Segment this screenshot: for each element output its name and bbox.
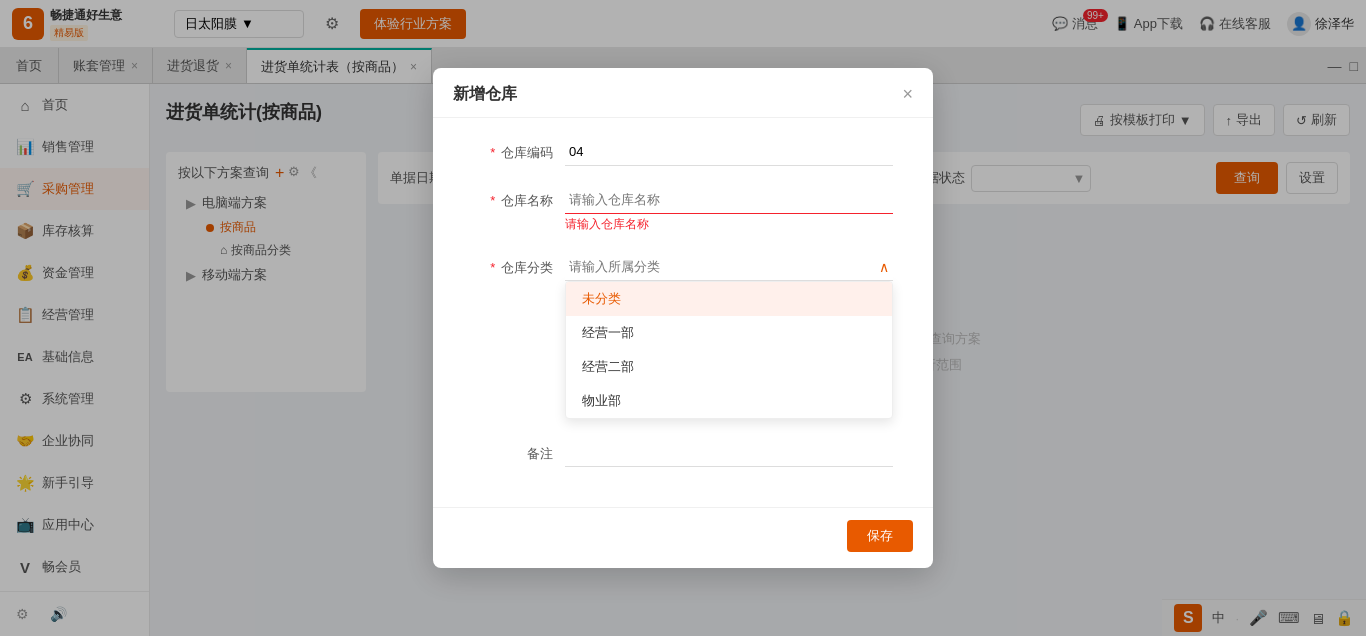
add-warehouse-dialog: 新增仓库 × * 仓库编码 * 仓库名称 请输入仓库名称: [433, 68, 933, 568]
remark-label: 备注: [473, 439, 553, 463]
warehouse-code-label: * 仓库编码: [473, 138, 553, 162]
category-arrow-icon[interactable]: ∧: [879, 259, 889, 275]
category-option-uncategorized[interactable]: 未分类: [566, 282, 892, 316]
warehouse-category-field: ∧ 未分类 经营一部 经营二部 物业部: [565, 253, 893, 419]
warehouse-name-label: * 仓库名称: [473, 186, 553, 210]
warehouse-name-row: * 仓库名称 请输入仓库名称: [473, 186, 893, 233]
save-button[interactable]: 保存: [847, 520, 913, 552]
category-option-property[interactable]: 物业部: [566, 384, 892, 418]
warehouse-code-row: * 仓库编码: [473, 138, 893, 166]
warehouse-name-error: 请输入仓库名称: [565, 216, 893, 233]
warehouse-category-row: * 仓库分类 ∧ 未分类 经营一部 经营二部 物业部: [473, 253, 893, 419]
warehouse-name-input[interactable]: [565, 186, 893, 214]
dialog-footer: 保存: [433, 507, 933, 568]
category-dropdown: 未分类 经营一部 经营二部 物业部: [565, 281, 893, 419]
dialog-header: 新增仓库 ×: [433, 68, 933, 118]
warehouse-category-label: * 仓库分类: [473, 253, 553, 277]
remark-input[interactable]: [565, 439, 893, 467]
category-option-dept2[interactable]: 经营二部: [566, 350, 892, 384]
warehouse-code-input[interactable]: [565, 138, 893, 166]
warehouse-category-select-wrapper: ∧: [565, 253, 893, 281]
warehouse-name-field: 请输入仓库名称: [565, 186, 893, 233]
remark-row: 备注: [473, 439, 893, 467]
warehouse-category-input[interactable]: [565, 253, 893, 281]
dialog-close-icon[interactable]: ×: [902, 84, 913, 105]
dialog-body: * 仓库编码 * 仓库名称 请输入仓库名称 * 仓库分类: [433, 118, 933, 507]
remark-field: [565, 439, 893, 467]
category-option-dept1[interactable]: 经营一部: [566, 316, 892, 350]
dialog-title: 新增仓库: [453, 84, 517, 105]
warehouse-code-field: [565, 138, 893, 166]
